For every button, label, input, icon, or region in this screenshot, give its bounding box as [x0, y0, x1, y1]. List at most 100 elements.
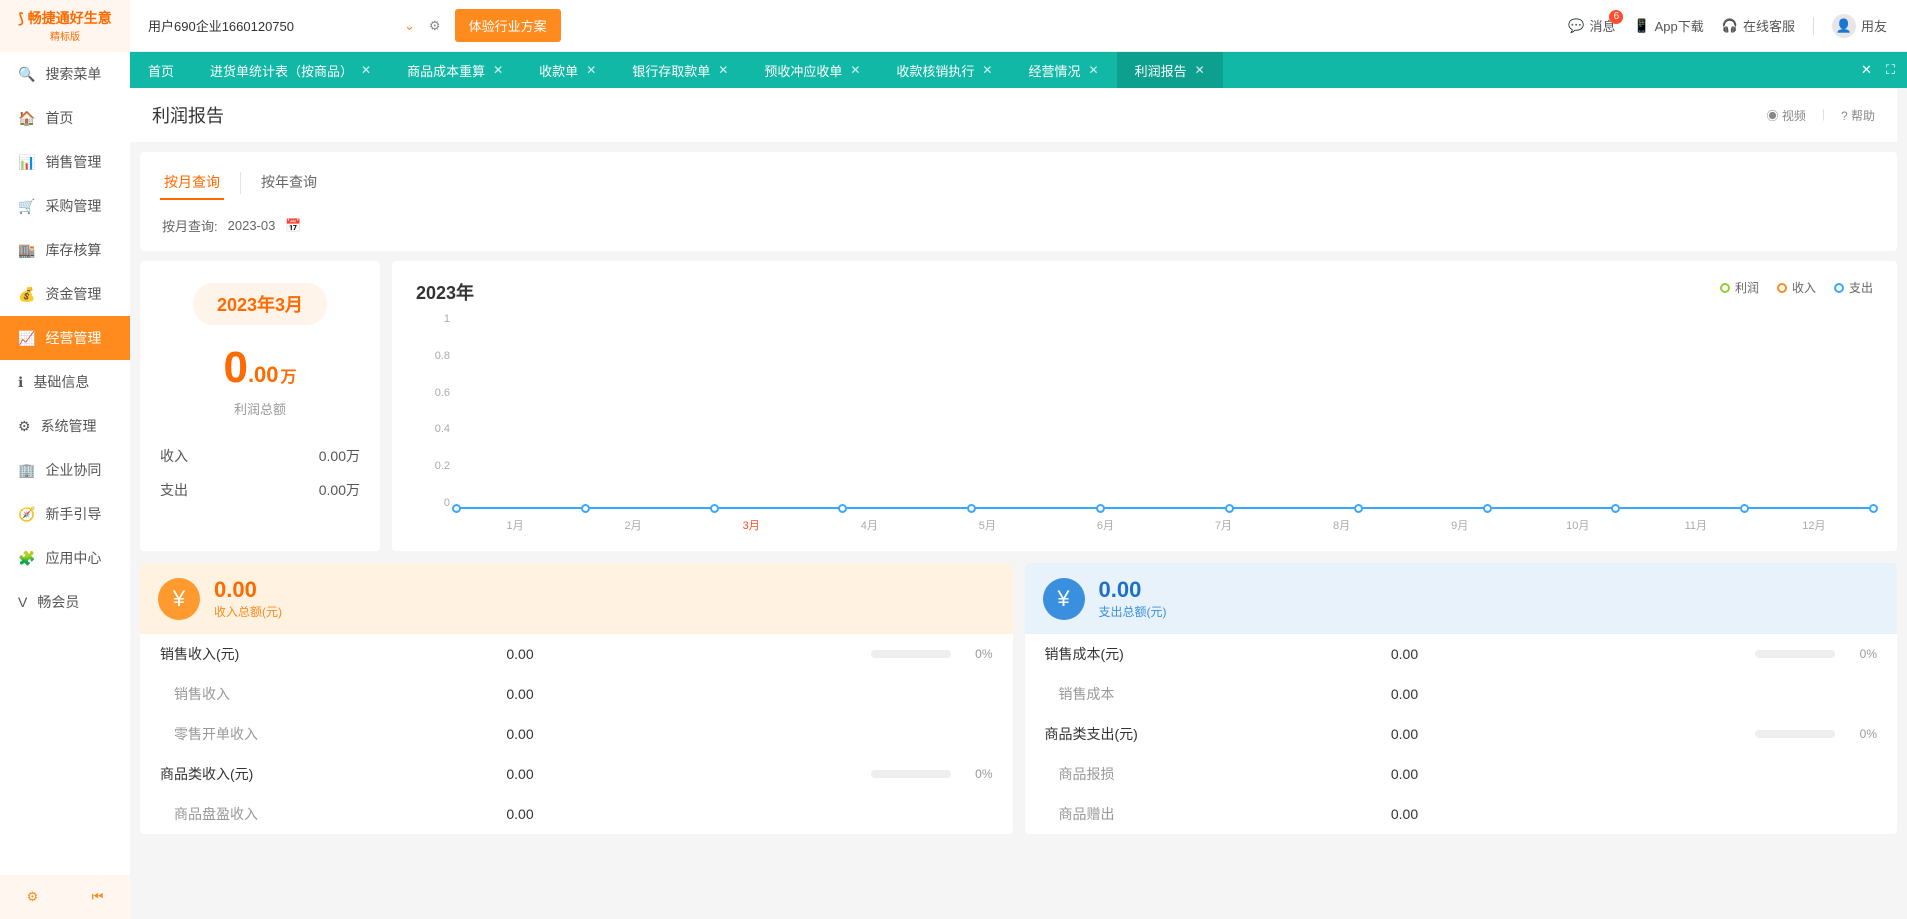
expense-total: 0.00 [1099, 577, 1167, 603]
income-row: 收入0.00万 [160, 446, 360, 466]
menu-label: 企业协同 [45, 460, 101, 480]
menu-icon: ℹ [18, 374, 23, 391]
message-link[interactable]: 💬 消息 6 [1568, 16, 1615, 35]
tab-label: 收款单 [539, 61, 578, 80]
query-tab-year[interactable]: 按年查询 [257, 166, 321, 200]
xaxis-label: 3月 [692, 517, 810, 533]
row-value: 0.00 [420, 726, 620, 742]
row-percent: 0% [965, 647, 993, 661]
legend-item[interactable]: 收入 [1777, 279, 1816, 296]
menu-label: 系统管理 [41, 416, 97, 436]
expense-row: 支出0.00万 [160, 480, 360, 500]
income-icon: ¥ [158, 578, 200, 620]
row-value: 0.00 [1305, 806, 1505, 822]
trial-button[interactable]: 体验行业方案 [455, 9, 561, 42]
tab-5[interactable]: 预收冲应收单✕ [746, 52, 878, 88]
xaxis-label: 2月 [574, 517, 692, 533]
message-badge: 6 [1609, 10, 1623, 24]
tenant-select[interactable]: 用户690企业1660120750 ⌄ [148, 16, 415, 35]
sidebar-item-1[interactable]: 🏠 首页 [0, 96, 130, 140]
sidebar-item-3[interactable]: 🛒采购管理 [0, 184, 130, 228]
legend-item[interactable]: 利润 [1720, 279, 1759, 296]
tab-6[interactable]: 收款核销执行 ✕ [878, 52, 1010, 88]
close-icon[interactable]: ✕ [586, 63, 596, 77]
sidebar-item-12[interactable]: V畅会员 [0, 580, 130, 624]
row-value: 0.00 [1305, 726, 1505, 742]
summary-card: 2023年3月 0.00万 利润总额 收入0.00万 支出0.00万 [140, 261, 380, 551]
expand-icon[interactable]: ⛶ [1886, 62, 1895, 78]
tab-3[interactable]: 收款单 ✕ [521, 52, 614, 88]
sidebar-item-11[interactable]: 🧩应用中心 [0, 536, 130, 580]
row-value: 0.00 [420, 646, 620, 662]
menu-label: 资金管理 [45, 284, 101, 304]
page-header: 利润报告 ◉ 视频 | ? 帮助 [130, 88, 1897, 142]
profit-total: 0.00万 [160, 343, 360, 393]
tab-7[interactable]: 经营情况✕ [1010, 52, 1116, 88]
row-label: 商品盘盈收入 [160, 804, 420, 824]
detail-row: 零售开单收入0.00 [140, 714, 1013, 754]
row-value: 0.00 [1305, 646, 1505, 662]
close-icon[interactable]: ✕ [718, 63, 728, 77]
sidebar-item-0[interactable]: 🔍搜索菜单 [0, 52, 130, 96]
tab-1[interactable]: 进货单统计表（按商品）✕ [192, 52, 389, 88]
menu-icon: 🔍 [18, 66, 35, 83]
tabs-bar: 首页进货单统计表（按商品）✕商品成本重算✕收款单✕银行存取款单✕预收冲应收单✕收… [130, 52, 1907, 88]
logo[interactable]: ⟆畅捷通好生意 精标版 [0, 0, 130, 52]
sidebar-item-10[interactable]: 🧭新手引导 [0, 492, 130, 536]
close-icon[interactable]: ✕ [361, 63, 371, 77]
menu-icon: 🏢 [18, 462, 35, 479]
menu-label: 首页 [45, 108, 73, 128]
menu-icon: 🧩 [18, 550, 35, 567]
sidebar-item-4[interactable]: 🏬库存核算 [0, 228, 130, 272]
page-title: 利润报告 [152, 102, 224, 128]
collapse-icon[interactable]: ⏮ [92, 889, 104, 905]
row-label: 销售收入 [160, 684, 420, 704]
menu-label: 采购管理 [45, 196, 101, 216]
chart-title: 2023年 [416, 279, 1873, 305]
topbar: ⟆畅捷通好生意 精标版 用户690企业1660120750 ⌄ ⚙ 体验行业方案… [0, 0, 1907, 52]
video-link[interactable]: ◉ 视频 [1766, 107, 1805, 124]
menu-icon: 📊 [18, 154, 35, 171]
app-download-link[interactable]: 📱App下载 [1633, 16, 1703, 35]
video-label: 视频 [1782, 109, 1806, 123]
help-link[interactable]: ? 帮助 [1841, 107, 1875, 124]
sidebar-item-5[interactable]: 💰资金管理 [0, 272, 130, 316]
income-total-label: 收入总额(元) [214, 603, 282, 620]
menu-label: 库存核算 [45, 240, 101, 260]
close-all-icon[interactable]: ✕ [1861, 62, 1872, 78]
app-download-label: App下载 [1655, 16, 1704, 35]
expense-icon: ¥ [1043, 578, 1085, 620]
query-tab-month[interactable]: 按月查询 [160, 166, 224, 200]
row-label: 商品赠出 [1045, 804, 1305, 824]
tab-4[interactable]: 银行存取款单✕ [614, 52, 746, 88]
tab-8[interactable]: 利润报告✕ [1117, 52, 1223, 88]
tab-2[interactable]: 商品成本重算✕ [389, 52, 521, 88]
detail-row: 商品赠出0.00 [1025, 794, 1898, 834]
service-link[interactable]: 🎧在线客服 [1722, 16, 1795, 35]
query-value[interactable]: 2023-03 [228, 218, 276, 233]
legend-item[interactable]: 支出 [1834, 279, 1873, 296]
sidebar-item-8[interactable]: ⚙ 系统管理 [0, 404, 130, 448]
close-icon[interactable]: ✕ [1195, 63, 1205, 77]
close-icon[interactable]: ✕ [850, 63, 860, 77]
sidebar-item-6[interactable]: 📈经营管理 [0, 316, 130, 360]
detail-row: 商品类支出(元)0.000% [1025, 714, 1898, 754]
close-icon[interactable]: ✕ [493, 63, 503, 77]
close-icon[interactable]: ✕ [1089, 63, 1099, 77]
menu-icon: V [18, 594, 27, 610]
user-menu[interactable]: 👤用友 [1832, 14, 1887, 38]
calendar-icon[interactable]: 📅 [285, 218, 301, 234]
tab-0[interactable]: 首页 [130, 52, 192, 88]
gear-icon[interactable]: ⚙ [429, 18, 441, 34]
close-icon[interactable]: ✕ [982, 63, 992, 77]
menu-icon: 🏠 [18, 110, 35, 127]
menu-icon: 📈 [18, 330, 35, 347]
sidebar-item-2[interactable]: 📊销售管理 [0, 140, 130, 184]
settings-icon[interactable]: ⚙ [27, 889, 39, 905]
xaxis-label: 7月 [1164, 517, 1282, 533]
sidebar-item-7[interactable]: ℹ基础信息 [0, 360, 130, 404]
sidebar-item-9[interactable]: 🏢 企业协同 [0, 448, 130, 492]
menu-icon: ⚙ [18, 418, 31, 435]
tab-label: 收款核销执行 [896, 61, 974, 80]
row-label: 商品类支出(元) [1045, 724, 1305, 744]
